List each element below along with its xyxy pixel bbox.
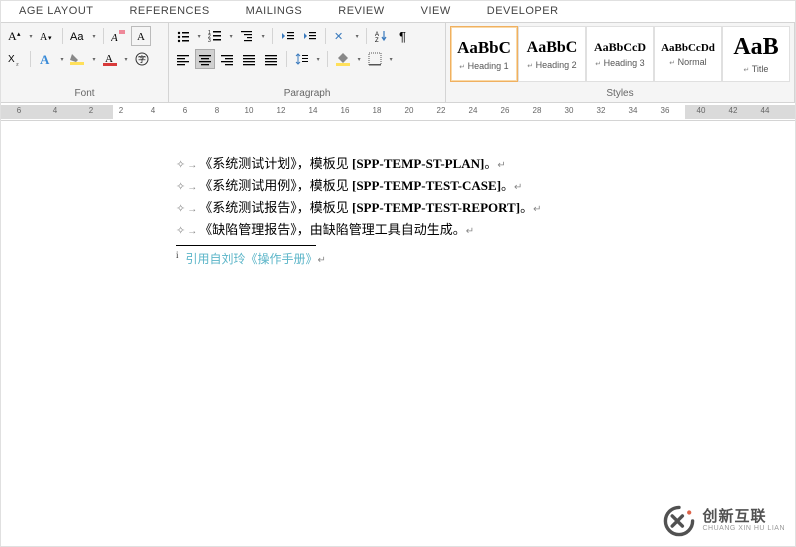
justify-icon[interactable]: [239, 49, 259, 69]
group-label-styles: Styles: [446, 86, 794, 102]
document-area[interactable]: ✧→《系统测试计划》，模板见 [SPP-TEMP-ST-PLAN]。↵✧→《系统…: [1, 123, 795, 546]
doc-line[interactable]: ✧→《系统测试用例》，模板见 [SPP-TEMP-TEST-CASE]。↵: [176, 175, 541, 197]
clear-formatting-icon[interactable]: A: [109, 26, 129, 46]
align-center-icon[interactable]: [195, 49, 215, 69]
decrease-indent-icon[interactable]: [278, 26, 298, 46]
line-spacing-icon[interactable]: [292, 49, 312, 69]
svg-text:X: X: [8, 54, 15, 65]
show-hide-marks-icon[interactable]: ¶: [394, 26, 414, 46]
svg-text:▴: ▴: [17, 31, 21, 38]
dropdown-icon[interactable]: ▾: [387, 49, 395, 69]
character-border-icon[interactable]: A: [131, 26, 151, 46]
horizontal-ruler[interactable]: 642 24681012141618202224262830323436 404…: [1, 103, 795, 121]
ribbon: A▴▾ A▾ Aa▾ A A X₂ A▾ ▾ A▾ 字 Font: [1, 23, 795, 103]
dropdown-icon[interactable]: ▾: [353, 26, 361, 46]
style-tile-title[interactable]: AaB ↵ Title: [722, 26, 790, 82]
subscript-icon[interactable]: X₂: [5, 49, 25, 69]
svg-text:A: A: [40, 32, 48, 43]
tab-developer[interactable]: DEVELOPER: [469, 1, 577, 22]
style-preview: AaBbC: [457, 38, 511, 58]
asian-layout-icon[interactable]: ✕: [331, 26, 351, 46]
dropdown-icon[interactable]: ▾: [90, 26, 98, 46]
svg-text:▾: ▾: [48, 35, 52, 42]
svg-text:字: 字: [138, 54, 146, 64]
shading-icon[interactable]: [333, 49, 353, 69]
group-label-font: Font: [1, 86, 168, 102]
numbering-icon[interactable]: 123: [205, 26, 225, 46]
svg-text:A: A: [137, 31, 145, 43]
multilevel-list-icon[interactable]: [237, 26, 257, 46]
dropdown-icon[interactable]: ▾: [58, 49, 66, 69]
group-styles: AaBbC ↵ Heading 1 AaBbC ↵ Heading 2 AaBbCcD ↵…: [446, 23, 795, 102]
dropdown-icon[interactable]: ▾: [227, 26, 235, 46]
style-name: ↵ Heading 2: [527, 60, 576, 70]
footnote[interactable]: i 引用自刘玲《操作手册》↵: [176, 248, 541, 269]
font-color-icon[interactable]: A: [100, 49, 120, 69]
style-preview: AaBbC: [527, 39, 578, 57]
bullets-icon[interactable]: [173, 26, 193, 46]
svg-text:3: 3: [208, 38, 211, 43]
increase-indent-icon[interactable]: [300, 26, 320, 46]
svg-text:A: A: [40, 52, 50, 66]
shrink-font-icon[interactable]: A▾: [37, 26, 57, 46]
style-name: ↵ Heading 3: [595, 58, 644, 68]
dropdown-icon[interactable]: ▾: [27, 26, 35, 46]
svg-text:✕: ✕: [334, 31, 343, 43]
dropdown-icon[interactable]: ▾: [314, 49, 322, 69]
group-font: A▴▾ A▾ Aa▾ A A X₂ A▾ ▾ A▾ 字 Font: [1, 23, 169, 102]
grow-font-icon[interactable]: A▴: [5, 26, 25, 46]
distributed-icon[interactable]: [261, 49, 281, 69]
style-preview: AaBbCcD: [594, 40, 646, 55]
change-case-icon[interactable]: Aa: [68, 26, 88, 46]
watermark-cn: 创新互联: [702, 509, 785, 526]
text-effects-icon[interactable]: A: [36, 49, 56, 69]
dropdown-icon[interactable]: ▾: [122, 49, 130, 69]
style-preview: AaB: [733, 34, 778, 61]
dropdown-icon[interactable]: ▾: [259, 26, 267, 46]
tab-view[interactable]: VIEW: [403, 1, 469, 22]
enclose-characters-icon[interactable]: 字: [132, 49, 152, 69]
dropdown-icon[interactable]: ▾: [355, 49, 363, 69]
logo-icon: [662, 504, 696, 538]
borders-icon[interactable]: [365, 49, 385, 69]
watermark-logo: 创新互联 CHUANG XIN HU LIAN: [662, 504, 785, 538]
svg-text:Z: Z: [375, 38, 379, 43]
tab-references[interactable]: REFERENCES: [111, 1, 227, 22]
svg-text:A: A: [8, 29, 17, 43]
style-tile-normal[interactable]: AaBbCcDd ↵ Normal: [654, 26, 722, 82]
group-label-paragraph: Paragraph: [169, 86, 445, 102]
style-preview: AaBbCcDd: [661, 42, 715, 54]
dropdown-icon[interactable]: ▾: [90, 49, 98, 69]
svg-text:¶: ¶: [399, 29, 406, 43]
style-tile-heading-3[interactable]: AaBbCcD ↵ Heading 3: [586, 26, 654, 82]
watermark-en: CHUANG XIN HU LIAN: [702, 525, 785, 533]
group-paragraph: ▾ 123▾ ▾ ✕▾ AZ ¶: [169, 23, 446, 102]
tab-page-layout[interactable]: AGE LAYOUT: [1, 1, 111, 22]
style-tile-heading-2[interactable]: AaBbC ↵ Heading 2: [518, 26, 586, 82]
doc-line[interactable]: ✧→《缺陷管理报告》，由缺陷管理工具自动生成。↵: [176, 219, 541, 241]
highlight-icon[interactable]: [68, 49, 88, 69]
tab-review[interactable]: REVIEW: [320, 1, 402, 22]
tab-mailings[interactable]: MAILINGS: [228, 1, 321, 22]
align-left-icon[interactable]: [173, 49, 193, 69]
doc-line[interactable]: ✧→《系统测试计划》，模板见 [SPP-TEMP-ST-PLAN]。↵: [176, 153, 541, 175]
svg-text:₂: ₂: [16, 60, 19, 66]
svg-text:A: A: [111, 32, 118, 43]
sort-icon[interactable]: AZ: [372, 26, 392, 46]
align-right-icon[interactable]: [217, 49, 237, 69]
doc-line[interactable]: ✧→《系统测试报告》，模板见 [SPP-TEMP-TEST-REPORT]。↵: [176, 197, 541, 219]
style-name: ↵ Title: [744, 64, 769, 74]
ribbon-tabs: AGE LAYOUT REFERENCES MAILINGS REVIEW VI…: [1, 1, 795, 23]
style-name: ↵ Normal: [669, 57, 706, 67]
style-name: ↵ Heading 1: [459, 61, 508, 71]
dropdown-icon[interactable]: ▾: [195, 26, 203, 46]
style-tile-heading-1[interactable]: AaBbC ↵ Heading 1: [450, 26, 518, 82]
svg-text:Aa: Aa: [70, 31, 84, 43]
